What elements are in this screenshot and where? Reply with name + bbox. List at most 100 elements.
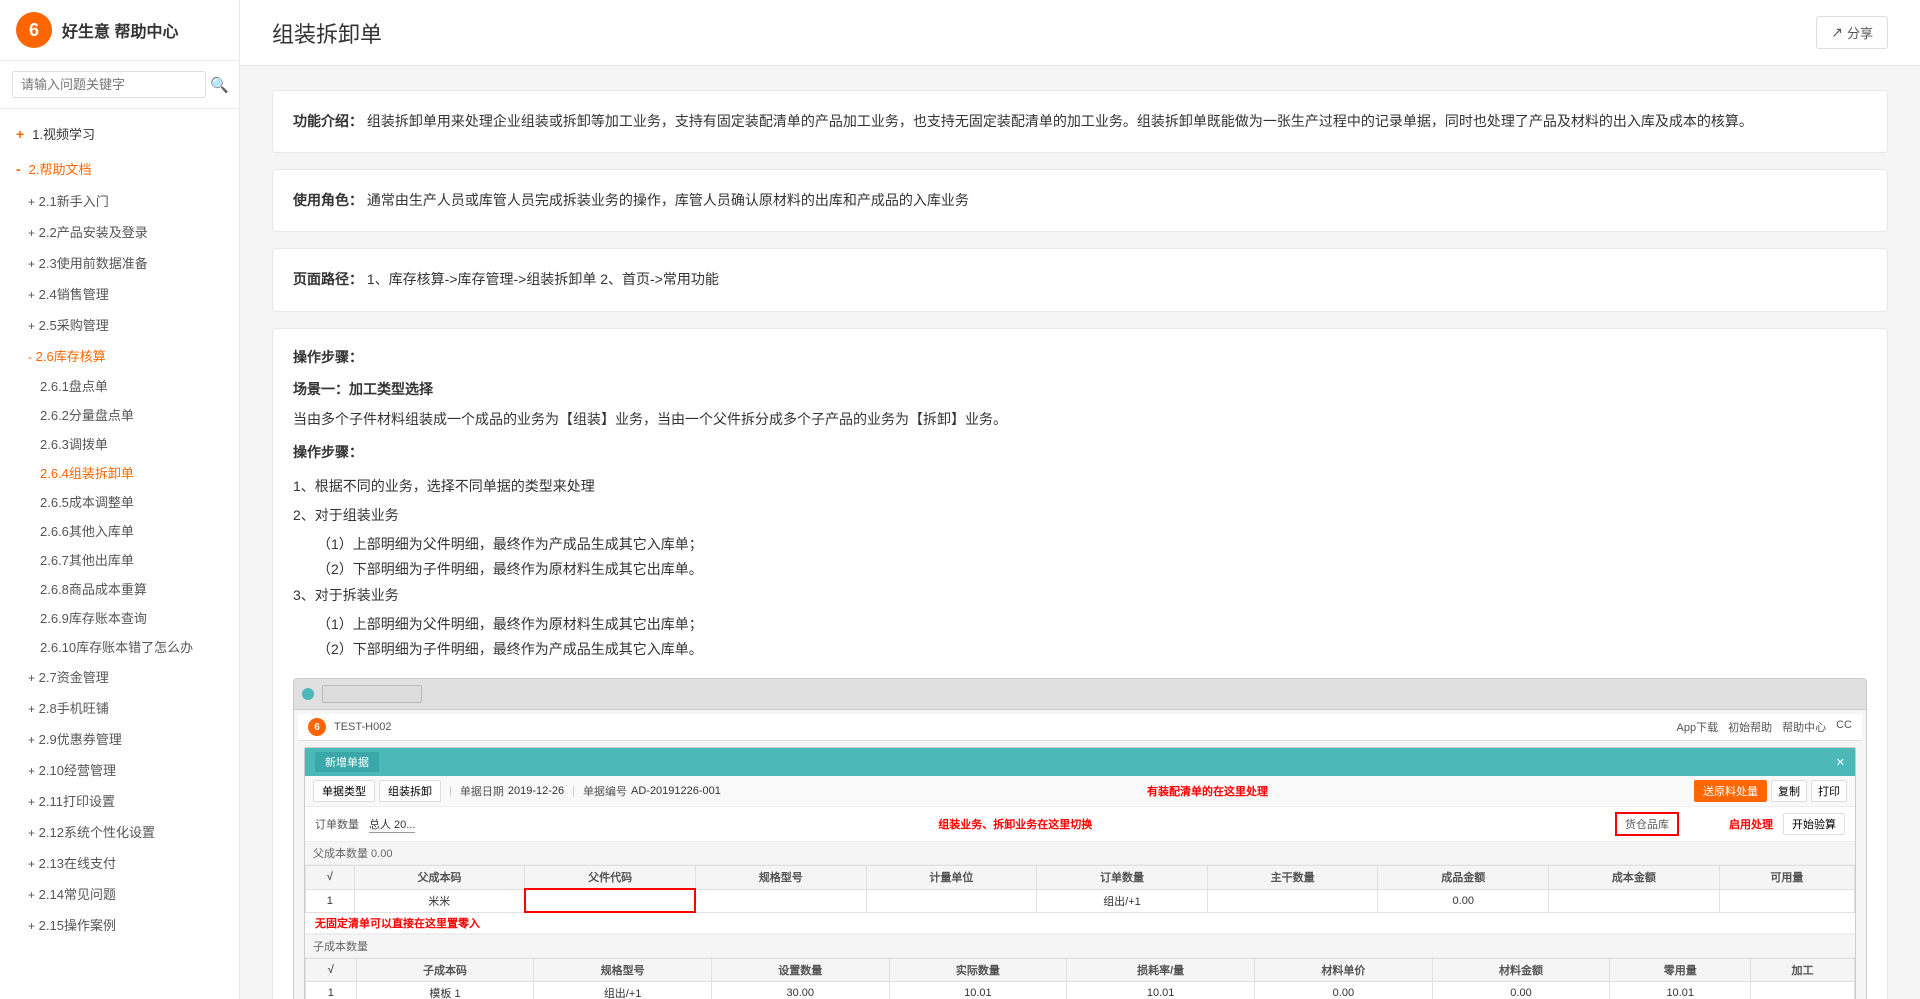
search-box: 🔍 [0, 61, 239, 109]
sim-bottom-table-container: √ 子成本码 规格型号 设置数量 实际数量 损耗率/量 材料单价 材料金额 零用 [305, 958, 1855, 999]
sidebar-item-214[interactable]: + 2.14常见问题 [28, 878, 239, 909]
operations-section: 操作步骤： 场景一：加工类型选择 当由多个子件材料组装成一个成品的业务为【组装】… [272, 328, 1888, 999]
sim-btn-save[interactable]: 单据类型 [313, 780, 375, 802]
sim-btn-process[interactable]: 送原料处量 [1694, 780, 1767, 802]
sim-nav-help-init: 初始帮助 [1728, 719, 1772, 735]
sidebar-item-26[interactable]: - 2.6库存核算 [28, 340, 239, 371]
sidebar-item-23[interactable]: + 2.3使用前数据准备 [28, 247, 239, 278]
sim-close-icon[interactable]: ✕ [1836, 756, 1845, 769]
sim-date-label: 单据日期 [460, 783, 504, 799]
sidebar-item-268[interactable]: 2.6.8商品成本重算 [40, 574, 239, 603]
search-button[interactable]: 🔍 [206, 76, 233, 94]
sim-btn-action1[interactable]: 复制 [1771, 780, 1807, 802]
step-3-1: （1）上部明细为父件明细，最终作为原材料生成其它出库单； [293, 612, 1867, 637]
sidebar-item-266[interactable]: 2.6.6其他入库单 [40, 516, 239, 545]
main-header: 组装拆卸单 ↗ 分享 [240, 0, 1920, 66]
sidebar-item-269[interactable]: 2.6.9库存账本查询 [40, 603, 239, 632]
btd-spec-1: 组出/+1 [534, 982, 712, 999]
sidebar-item-264[interactable]: 2.6.4组装拆卸单 [40, 458, 239, 487]
sidebar-item-29[interactable]: + 2.9优惠券管理 [28, 723, 239, 754]
sim-input-warehoused[interactable]: 货仓品库 [1615, 812, 1679, 836]
sidebar-item-24[interactable]: + 2.4销售管理 [28, 278, 239, 309]
sidebar-item-2610[interactable]: 2.6.10库存账本错了怎么办 [40, 632, 239, 661]
sidebar-item-21[interactable]: + 2.1新手入门 [28, 185, 239, 216]
sim-btn-confirm[interactable]: 开始验算 [1783, 813, 1845, 835]
plus-icon-211: + [28, 795, 35, 809]
sim-parent-header: 父成本数量 0.00 [305, 842, 1855, 865]
sim-company: TEST-H002 [334, 721, 391, 733]
sim-divider1: | [449, 785, 452, 797]
sim-tab-new[interactable]: 新增单据 [315, 752, 379, 772]
th-avail-qty: 可用量 [1719, 866, 1854, 890]
sim-child-header: 子成本数量 [305, 934, 1855, 958]
sim-no-val: AD-20191226-001 [631, 785, 721, 797]
step-2-1: （1）上部明细为父件明细，最终作为产成品生成其它入库单； [293, 532, 1867, 557]
sidebar-item-help-docs[interactable]: - 2.帮助文档 [0, 152, 239, 185]
sidebar-item-28[interactable]: + 2.8手机旺铺 [28, 692, 239, 723]
search-input[interactable] [12, 71, 206, 98]
sidebar-item-263[interactable]: 2.6.3调拨单 [40, 429, 239, 458]
bth-set-qty: 设置数量 [711, 959, 889, 982]
sim-nav-help-center: 帮助中心 [1782, 719, 1826, 735]
sidebar-item-210[interactable]: + 2.10经营管理 [28, 754, 239, 785]
bth-material-amt: 材料金额 [1432, 959, 1610, 982]
sim-nav-cc: CC [1836, 719, 1852, 735]
sim-annotation-nofixed: 无固定清单可以直接在这里置零入 [305, 913, 1855, 934]
btd-material-amt-1: 0.00 [1432, 982, 1610, 999]
plus-icon-21: + [28, 195, 35, 209]
sidebar-subitems-2: + 2.1新手入门 + 2.2产品安装及登录 + 2.3使用前数据准备 + 2.… [0, 185, 239, 940]
sim-btn-edit[interactable]: 组装拆卸 [379, 780, 441, 802]
th-main-qty: 主干数量 [1207, 866, 1378, 890]
sim-top-table-header: √ 父成本码 父件代码 规格型号 计量单位 订单数量 主干数量 成品金额 成本金 [306, 866, 1855, 890]
sidebar-item-215[interactable]: + 2.15操作案例 [28, 909, 239, 940]
sim-nav-app: App下载 [1677, 719, 1719, 735]
sidebar-item-267[interactable]: 2.6.7其他出库单 [40, 545, 239, 574]
sidebar-item-212[interactable]: + 2.12系统个性化设置 [28, 816, 239, 847]
sim-bottom-header: √ 子成本码 规格型号 设置数量 实际数量 损耗率/量 材料单价 材料金额 零用 [306, 959, 1855, 982]
minus-icon-26: - [28, 350, 32, 364]
sidebar-item-211[interactable]: + 2.11打印设置 [28, 785, 239, 816]
share-icon: ↗ [1831, 24, 1843, 41]
share-button[interactable]: ↗ 分享 [1816, 16, 1888, 49]
sim-top-table: √ 父成本码 父件代码 规格型号 计量单位 订单数量 主干数量 成品金额 成本金 [305, 865, 1855, 913]
sim-window-titlebar: 新增单据 ✕ [305, 748, 1855, 776]
bth-sub-code: 子成本码 [356, 959, 534, 982]
sim-btn-action2[interactable]: 打印 [1811, 780, 1847, 802]
app-name: 好生意 帮助中心 [62, 18, 178, 42]
minus-icon-2: - [16, 161, 21, 177]
sidebar-item-261[interactable]: 2.6.1盘点单 [40, 371, 239, 400]
sim-bottom-row-1: 1 模板 1 组出/+1 30.00 10.01 10.01 0.00 0.00 [306, 982, 1855, 999]
bth-loss: 损耗率/量 [1067, 959, 1255, 982]
sidebar-label-help: 2.帮助文档 [29, 159, 92, 178]
logo-icon: 6 [16, 12, 52, 48]
role-card: 使用角色： 通常由生产人员或库管人员完成拆装业务的操作，库管人员确认原材料的出库… [272, 169, 1888, 232]
sidebar-item-27[interactable]: + 2.7资金管理 [28, 661, 239, 692]
td-main-qty-1 [1207, 889, 1378, 912]
sidebar-item-22[interactable]: + 2.2产品安装及登录 [28, 216, 239, 247]
screenshot-container: 6 TEST-H002 App下载 初始帮助 帮助中心 CC [293, 678, 1867, 999]
sidebar-item-25[interactable]: + 2.5采购管理 [28, 309, 239, 340]
sidebar-item-262[interactable]: 2.6.2分量盘点单 [40, 400, 239, 429]
plus-icon-29: + [28, 733, 35, 747]
plus-icon-23: + [28, 257, 35, 271]
plus-icon-24: + [28, 288, 35, 302]
bth-process: 加工 [1751, 959, 1855, 982]
plus-icon-212: + [28, 826, 35, 840]
th-parent-cost-code: 父成本码 [354, 866, 525, 890]
btd-unit-price-1: 0.00 [1255, 982, 1433, 999]
sidebar-header: 6 好生意 帮助中心 [0, 0, 239, 61]
bth-unit-price: 材料单价 [1255, 959, 1433, 982]
sidebar-item-265[interactable]: 2.6.5成本调整单 [40, 487, 239, 516]
btd-zero-qty-1: 10.01 [1610, 982, 1751, 999]
sim-bottom-body: 1 模板 1 组出/+1 30.00 10.01 10.01 0.00 0.00 [306, 982, 1855, 999]
sidebar-item-213[interactable]: + 2.13在线支付 [28, 847, 239, 878]
path-text: 页面路径： 1、库存核算->库存管理->组装拆卸单 2、首页->常用功能 [293, 267, 1867, 292]
window-control-1 [302, 688, 314, 700]
sim-nav-items: App下载 初始帮助 帮助中心 CC [1677, 719, 1852, 735]
th-product-amount: 成品金额 [1378, 866, 1549, 890]
td-order-qty-1: 组出/+1 [1037, 889, 1208, 912]
sidebar-item-video[interactable]: + 1.视频学习 [0, 117, 239, 150]
sim-app: 6 TEST-H002 App下载 初始帮助 帮助中心 CC [294, 710, 1866, 999]
plus-icon-22: + [28, 226, 35, 240]
plus-icon-1: + [16, 126, 24, 142]
